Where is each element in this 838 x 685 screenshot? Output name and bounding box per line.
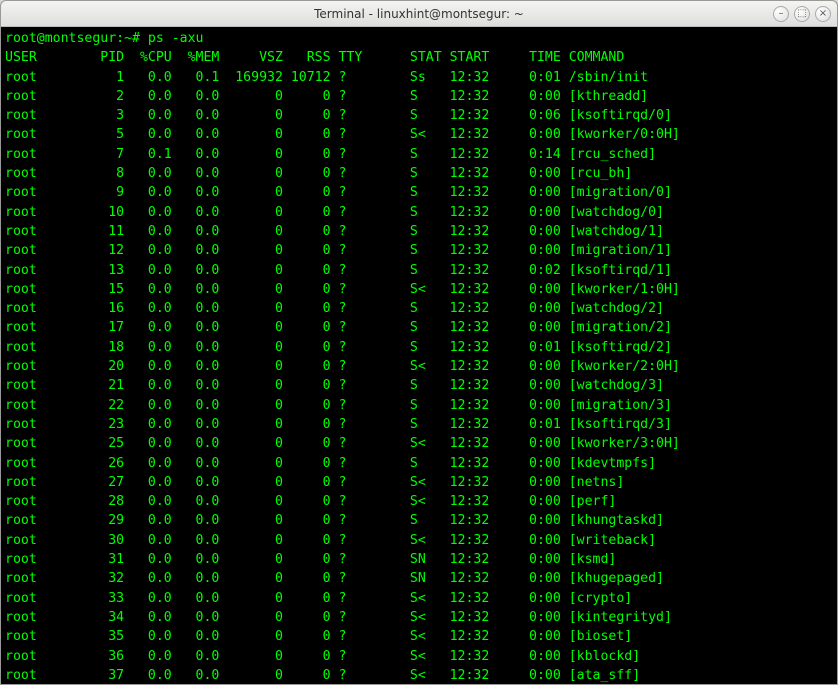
maximize-button[interactable]: ⬚ [794, 6, 810, 22]
close-button[interactable]: × [815, 6, 831, 22]
window-title: Terminal - linuxhint@montsegur: ~ [314, 7, 524, 21]
window-controls: – ⬚ × [773, 6, 831, 22]
terminal-window: Terminal - linuxhint@montsegur: ~ – ⬚ × … [0, 0, 838, 685]
terminal-body[interactable]: root@montsegur:~# ps -axu USER PID %CPU … [1, 27, 837, 684]
titlebar: Terminal - linuxhint@montsegur: ~ – ⬚ × [1, 1, 837, 27]
minimize-button[interactable]: – [773, 6, 789, 22]
